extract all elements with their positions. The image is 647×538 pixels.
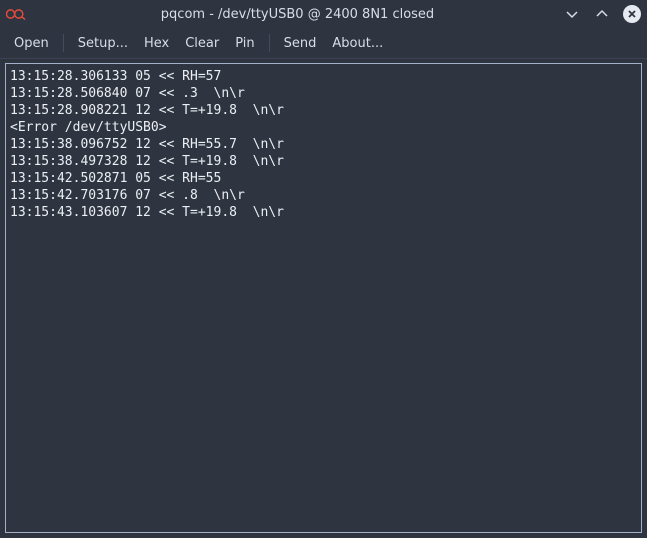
content-area: 13:15:28.306133 05 << RH=57 13:15:28.506…: [0, 59, 647, 538]
open-button[interactable]: Open: [6, 32, 57, 55]
log-output[interactable]: 13:15:28.306133 05 << RH=57 13:15:28.506…: [5, 63, 642, 533]
setup-button[interactable]: Setup...: [70, 32, 136, 55]
window-title: pqcom - /dev/ttyUSB0 @ 2400 8N1 closed: [32, 7, 563, 22]
about-button[interactable]: About...: [324, 32, 391, 55]
toolbar: Open Setup... Hex Clear Pin Send About..…: [0, 28, 647, 59]
separator: [269, 34, 270, 52]
app-icon: [6, 6, 26, 22]
clear-button[interactable]: Clear: [177, 32, 227, 55]
close-icon[interactable]: [623, 5, 641, 23]
hex-button[interactable]: Hex: [136, 32, 177, 55]
minimize-icon[interactable]: [563, 5, 581, 23]
separator: [63, 34, 64, 52]
title-bar: pqcom - /dev/ttyUSB0 @ 2400 8N1 closed: [0, 0, 647, 28]
pin-button[interactable]: Pin: [227, 32, 262, 55]
window-controls: [563, 5, 641, 23]
maximize-icon[interactable]: [593, 5, 611, 23]
send-button[interactable]: Send: [276, 32, 325, 55]
